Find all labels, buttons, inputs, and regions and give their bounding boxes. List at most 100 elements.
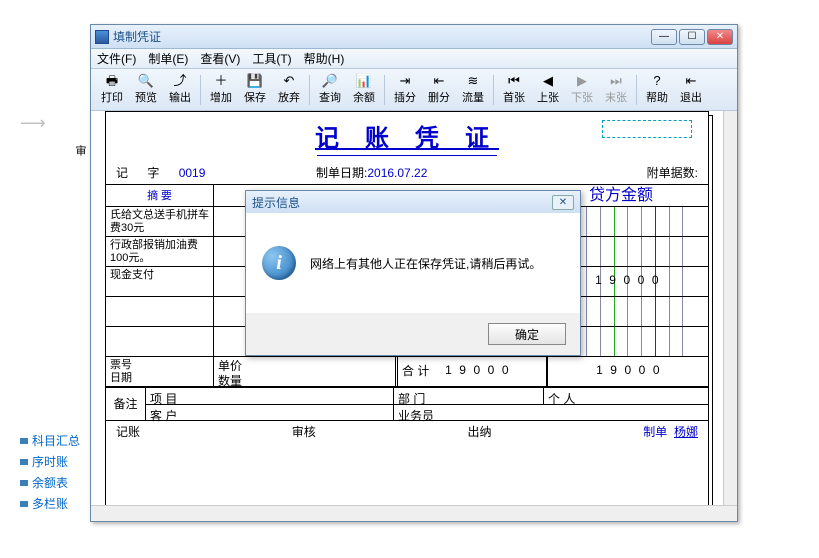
footer-audit: 审核 [292,423,316,440]
footer-maker: 制单 [643,425,667,439]
toolbar: 🖶打印 🔍预览 ⤴输出 ＋增加 💾保存 ↶放弃 🔎查询 📊余额 ⇥插分 ⇤删分 … [91,69,737,111]
summary-cell[interactable]: 氏给文总送手机拼车费30元 [106,207,214,236]
tb-balance[interactable]: 📊余额 [347,71,381,109]
save-icon: 💾 [247,74,263,89]
side-char: 审 [72,145,88,156]
project-label: 项 目 [146,388,394,404]
separator [636,75,637,105]
summary-cell[interactable]: 现金支付 [106,267,214,296]
message-dialog: 提示信息 ✕ i 网络上有其他人正在保存凭证,请稍后再试。 确定 [245,190,581,356]
tb-flow[interactable]: ≋流量 [456,71,490,109]
tb-print[interactable]: 🖶打印 [95,71,129,109]
sidebar-item-label: 序时账 [32,453,68,470]
balance-icon: 📊 [356,74,372,89]
tb-help[interactable]: ?帮助 [640,71,674,109]
separator [384,75,385,105]
sidebar-item[interactable]: 余额表 [20,472,85,493]
footer-maker-name: 杨娜 [674,425,698,439]
titlebar[interactable]: 填制凭证 — ☐ ✕ [91,25,737,49]
bullet-icon [20,438,28,444]
tb-insert[interactable]: ⇥插分 [388,71,422,109]
first-icon: ⏮ [508,74,520,89]
bullet-icon [20,459,28,465]
scrollbar-horizontal[interactable] [91,505,737,521]
rec-label: 记 字 [116,166,167,180]
dialog-message: 网络上有其他人正在保存凭证,请稍后再试。 [310,255,541,272]
sidebar-item-label: 科目汇总 [32,432,80,449]
date-label: 制单日期: [316,166,367,180]
footer-entry: 记账 [116,423,140,440]
add-icon: ＋ [214,74,227,89]
rec-no: 0019 [179,166,206,180]
bullet-icon [20,480,28,486]
menu-tool[interactable]: 工具(T) [252,50,291,67]
ticket-label: 票号 [110,359,209,372]
tb-add[interactable]: ＋增加 [204,71,238,109]
flow-icon: ≋ [468,74,479,89]
menu-view[interactable]: 查看(V) [200,50,240,67]
tb-output[interactable]: ⤴输出 [163,71,197,109]
sidebar: 科目汇总 序时账 余额表 多栏账 [20,430,85,514]
maximize-button[interactable]: ☐ [679,29,705,45]
tb-save[interactable]: 💾保存 [238,71,272,109]
total-row: 票号 日期 单价 数量 合 计19000 19000 [106,357,708,387]
tb-query[interactable]: 🔎查询 [313,71,347,109]
tb-preview[interactable]: 🔍预览 [129,71,163,109]
header-summary: 摘 要 [106,184,214,208]
customer-label: 客 户 [146,405,394,420]
clerk-label: 业务员 [394,405,708,420]
prev-icon: ◀ [543,74,553,89]
sidebar-item[interactable]: 多栏账 [20,493,85,514]
tb-prev[interactable]: ◀上张 [531,71,565,109]
separator [200,75,201,105]
ok-button[interactable]: 确定 [488,323,566,345]
sidebar-item[interactable]: 科目汇总 [20,430,85,451]
dialog-close-button[interactable]: ✕ [552,195,574,210]
scrollbar-vertical[interactable] [723,111,737,505]
footer-row: 记账 审核 出纳 制单 杨娜 [106,421,708,440]
next-icon: ▶ [577,74,587,89]
tb-delete[interactable]: ⇤删分 [422,71,456,109]
sidebar-item-label: 余额表 [32,474,68,491]
bullet-icon [20,501,28,507]
sidebar-item[interactable]: 序时账 [20,451,85,472]
title-underline [317,155,497,156]
dashed-box [602,120,692,138]
date-value[interactable]: 2016.07.22 [367,166,427,180]
close-button[interactable]: ✕ [707,29,733,45]
dialog-titlebar[interactable]: 提示信息 ✕ [246,191,580,213]
tb-exit[interactable]: ⇤退出 [674,71,708,109]
info-icon: i [262,246,296,280]
left-arrow-decoration: ⟶ [20,113,46,134]
sidebar-item-label: 多栏账 [32,495,68,512]
dept-label: 部 门 [394,388,544,404]
price-label: 单价 [214,357,395,372]
separator [309,75,310,105]
qty-label: 数量 [214,372,395,387]
credit-value: 19000 [595,273,666,287]
query-icon: 🔎 [322,74,338,89]
date-ext-label: 日期 [110,372,209,385]
exit-icon: ⇤ [686,74,697,89]
window-title: 填制凭证 [113,28,651,45]
tb-discard[interactable]: ↶放弃 [272,71,306,109]
preview-icon: 🔍 [138,74,154,89]
minimize-button[interactable]: — [651,29,677,45]
output-icon: ⤴ [173,74,186,89]
last-icon: ⏭ [610,74,622,89]
tb-next[interactable]: ▶下张 [565,71,599,109]
menu-help[interactable]: 帮助(H) [304,50,345,67]
remark-table: 备注 项 目 部 门 个 人 客 户 业务员 [106,387,708,421]
help-icon: ? [653,74,660,89]
summary-cell[interactable]: 行政部报销加油费100元。 [106,237,214,266]
menu-edit[interactable]: 制单(E) [148,50,188,67]
footer-cashier: 出纳 [468,423,492,440]
total-credit: 19000 [596,363,667,377]
tb-last[interactable]: ⏭末张 [599,71,633,109]
tb-first[interactable]: ⏮首张 [497,71,531,109]
app-icon [95,30,109,44]
menu-file[interactable]: 文件(F) [97,50,136,67]
discard-icon: ↶ [284,74,295,89]
total-debit: 19000 [445,363,516,377]
person-label: 个 人 [544,388,708,404]
